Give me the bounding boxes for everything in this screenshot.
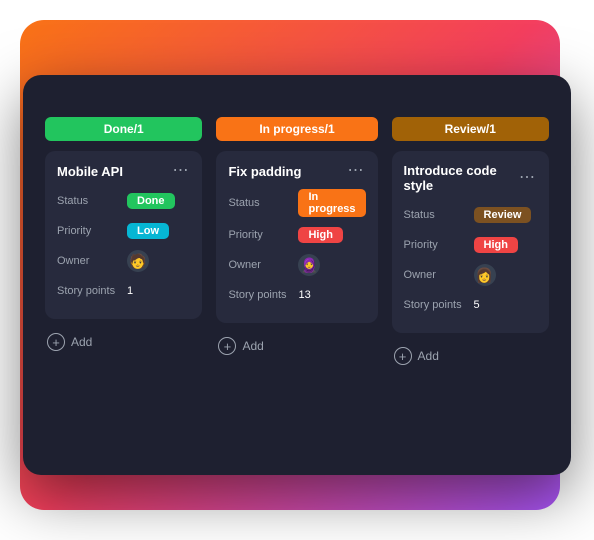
- status-badge: In progress: [298, 189, 365, 217]
- priority-row: PriorityHigh: [404, 233, 537, 257]
- task-menu-button[interactable]: ⋯: [517, 170, 537, 186]
- story-points-value: 1: [127, 285, 133, 297]
- column-done: Done/1 Mobile API ⋯ StatusDone PriorityLow Ow…: [45, 117, 202, 369]
- priority-label: Priority: [404, 239, 474, 251]
- story-points-value: 5: [474, 299, 480, 311]
- task-title: Fix padding: [228, 164, 301, 179]
- priority-row: PriorityHigh: [228, 223, 365, 247]
- task-title: Introduce code style: [404, 163, 517, 193]
- owner-label: Owner: [404, 269, 474, 281]
- column-header-done[interactable]: Done/1: [45, 117, 202, 141]
- owner-label: Owner: [57, 255, 127, 267]
- task-card-inprogress: Fix padding⋯StatusIn progressPriorityHig…: [216, 151, 377, 323]
- story-points-row: Story points5: [404, 293, 537, 317]
- story-points-label: Story points: [404, 299, 474, 311]
- status-badge: Review: [474, 207, 532, 223]
- add-button-review[interactable]: + Add: [392, 343, 549, 369]
- column-header-review[interactable]: Review/1: [392, 117, 549, 141]
- story-points-label: Story points: [228, 289, 298, 301]
- status-row: StatusReview: [404, 203, 537, 227]
- status-label: Status: [404, 209, 474, 221]
- task-menu-button[interactable]: ⋯: [346, 163, 366, 179]
- add-button-done[interactable]: + Add: [45, 329, 202, 355]
- task-header: Mobile API ⋯: [57, 163, 190, 179]
- avatar: 🧑: [127, 250, 149, 272]
- avatar: 🧕: [298, 254, 320, 276]
- priority-badge: High: [474, 237, 518, 253]
- task-header: Fix padding ⋯: [228, 163, 365, 179]
- story-points-label: Story points: [57, 285, 127, 297]
- task-header: Introduce code style⋯: [404, 163, 537, 193]
- kanban-columns: Done/1Mobile API⋯StatusDonePriorityLowOw…: [45, 117, 549, 369]
- status-row: StatusDone: [57, 189, 190, 213]
- priority-label: Priority: [57, 225, 127, 237]
- owner-label: Owner: [228, 259, 298, 271]
- story-points-row: Story points13: [228, 283, 365, 307]
- status-label: Status: [228, 197, 298, 209]
- task-title: Mobile API: [57, 164, 123, 179]
- task-card-review: Introduce code style⋯ StatusReview Priorit…: [392, 151, 549, 333]
- add-label: Add: [242, 339, 263, 353]
- plus-icon: +: [394, 347, 412, 365]
- priority-label: Priority: [228, 229, 298, 241]
- status-badge: Done: [127, 193, 175, 209]
- add-button-inprogress[interactable]: + Add: [216, 333, 377, 359]
- add-label: Add: [71, 335, 92, 349]
- add-label: Add: [418, 349, 439, 363]
- task-menu-button[interactable]: ⋯: [170, 163, 190, 179]
- column-review: Review/1 Introduce code style⋯ StatusRevie…: [392, 117, 549, 369]
- owner-row: Owner👩: [404, 263, 537, 287]
- owner-row: Owner🧑: [57, 249, 190, 273]
- plus-icon: +: [218, 337, 236, 355]
- priority-row: PriorityLow: [57, 219, 190, 243]
- plus-icon: +: [47, 333, 65, 351]
- story-points-value: 13: [298, 289, 310, 301]
- kanban-card: Done/1Mobile API⋯StatusDonePriorityLowOw…: [23, 75, 571, 475]
- status-row: StatusIn progress: [228, 189, 365, 217]
- column-header-inprogress[interactable]: In progress/1: [216, 117, 377, 141]
- owner-row: Owner🧕: [228, 253, 365, 277]
- column-inprogress: In progress/1 Fix padding ⋯ StatusIn progre…: [216, 117, 377, 369]
- priority-badge: Low: [127, 223, 169, 239]
- story-points-row: Story points1: [57, 279, 190, 303]
- priority-badge: High: [298, 227, 342, 243]
- status-label: Status: [57, 195, 127, 207]
- avatar: 👩: [474, 264, 496, 286]
- task-card-done: Mobile API ⋯ StatusDone PriorityLow Owner🧑 St…: [45, 151, 202, 319]
